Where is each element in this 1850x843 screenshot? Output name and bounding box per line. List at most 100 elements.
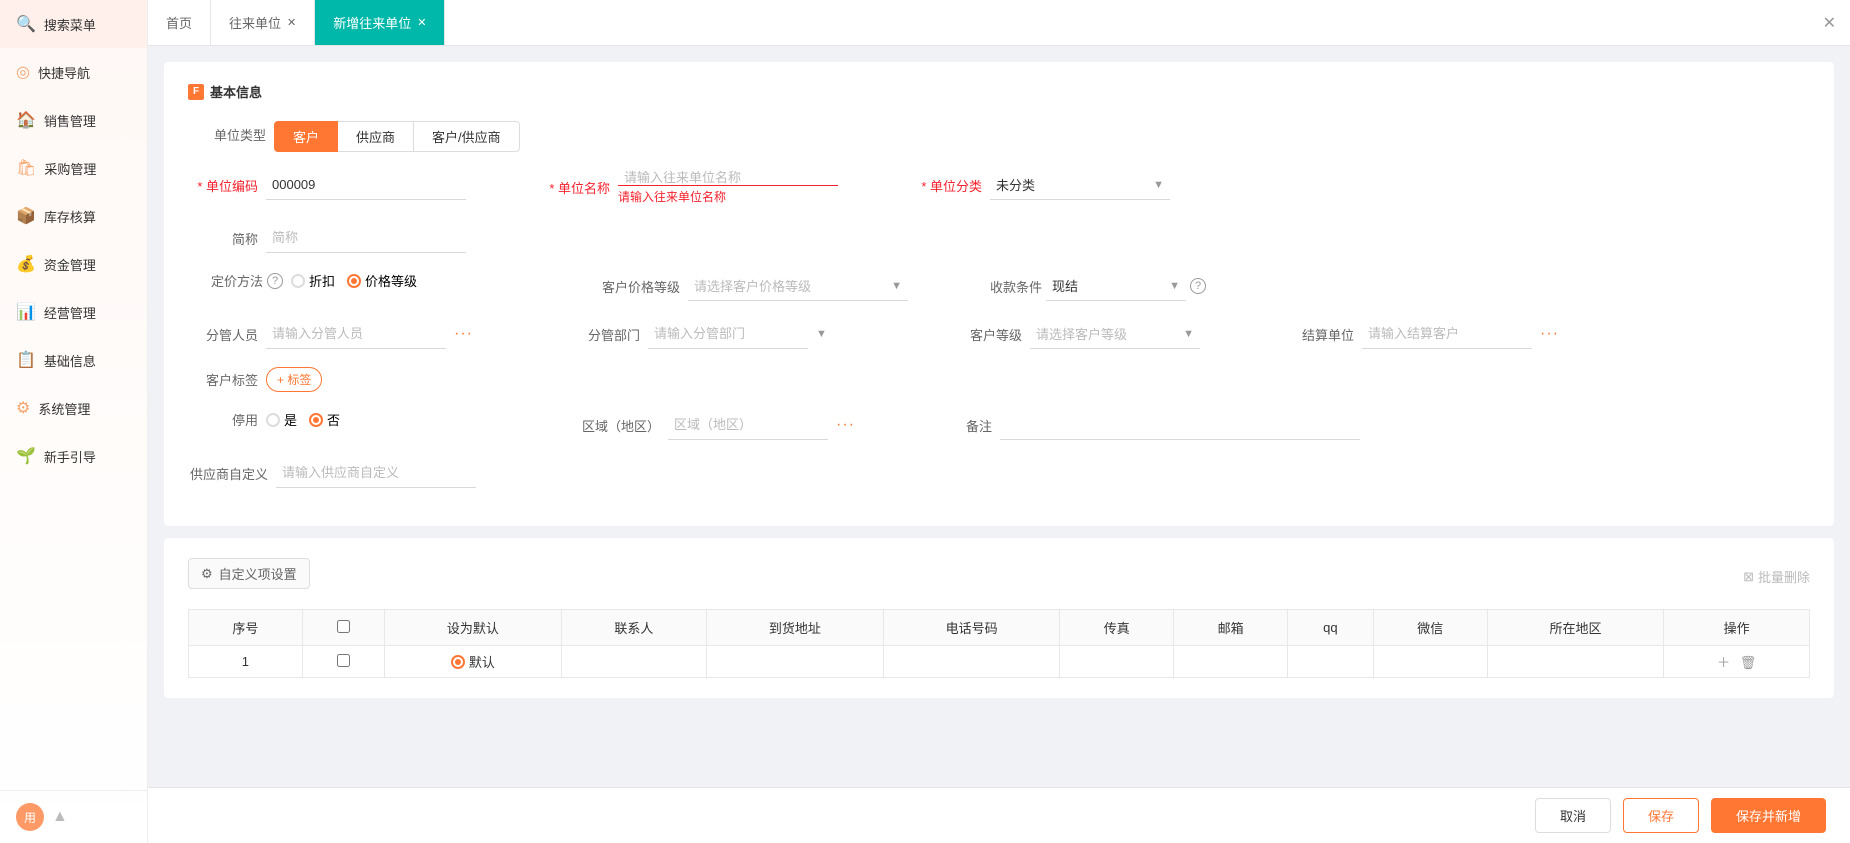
unit-code-name-cat-row: * 单位编码 * 单位名称 请输入往来单位名称 * 单位分类 xyxy=(188,170,1810,205)
manager-more-btn[interactable]: ··· xyxy=(454,325,473,343)
type-btn-both[interactable]: 客户/供应商 xyxy=(414,121,520,152)
region-input[interactable] xyxy=(668,410,828,440)
tab-new-business-unit[interactable]: 新增往来单位 ✕ xyxy=(315,0,445,45)
col-region: 所在地区 xyxy=(1487,610,1664,646)
col-seq: 序号 xyxy=(189,610,303,646)
disable-yes-radio[interactable]: 是 xyxy=(266,410,297,429)
disable-no-radio[interactable]: 否 xyxy=(309,410,340,429)
payment-terms-label: 收款条件 xyxy=(972,277,1042,296)
basic-info-icon: 📋 xyxy=(16,350,36,370)
tab-new-business-unit-close[interactable]: ✕ xyxy=(417,16,426,29)
quick-nav-icon: ◎ xyxy=(16,62,30,82)
manager-input[interactable] xyxy=(266,319,446,349)
unit-category-select[interactable]: 未分类 ▼ xyxy=(990,170,1170,200)
abbr-row: 简称 xyxy=(188,223,1810,253)
dept-input[interactable] xyxy=(648,319,808,349)
type-btn-supplier[interactable]: 供应商 xyxy=(338,121,414,152)
unit-name-error: 请输入往来单位名称 xyxy=(618,188,880,205)
supplier-custom-row: 供应商自定义 xyxy=(188,458,1810,488)
pricing-radio-level[interactable]: 价格等级 xyxy=(347,271,417,290)
operations-icon: 📊 xyxy=(16,302,36,322)
region-label: 区域（地区） xyxy=(580,416,660,435)
sidebar-item-quick-nav[interactable]: ◎ 快捷导航 xyxy=(0,48,147,96)
sidebar-item-new-user[interactable]: 🌱 新手引导 xyxy=(0,432,147,480)
contacts-table: 序号 设为默认 联系人 到货地址 电话号码 传真 邮箱 qq 微信 所在地区 操… xyxy=(188,609,1810,678)
unit-name-input[interactable] xyxy=(618,170,838,186)
tab-business-units-close[interactable]: ✕ xyxy=(287,16,296,29)
sidebar-item-system[interactable]: ⚙ 系统管理 xyxy=(0,384,147,432)
cell-contact xyxy=(561,646,706,678)
sidebar-item-search[interactable]: 🔍 搜索菜单 xyxy=(0,0,147,48)
add-tag-btn[interactable]: + 标签 xyxy=(266,367,322,392)
unit-type-row: 单位类型 客户 供应商 客户/供应商 xyxy=(188,121,1810,152)
tabbar-close-all[interactable]: ✕ xyxy=(1809,0,1850,45)
sidebar-item-operations[interactable]: 📊 经营管理 xyxy=(0,288,147,336)
cancel-button[interactable]: 取消 xyxy=(1535,798,1611,833)
region-more-btn[interactable]: ··· xyxy=(836,416,855,434)
remarks-label: 备注 xyxy=(952,416,992,435)
type-btn-customer[interactable]: 客户 xyxy=(274,121,338,152)
pricing-radio-group: 折扣 价格等级 xyxy=(291,271,417,290)
table-row: 1 默认 xyxy=(189,646,1810,678)
default-radio[interactable]: 默认 xyxy=(395,652,551,671)
sidebar-item-inventory[interactable]: 📦 库存核算 xyxy=(0,192,147,240)
tab-home[interactable]: 首页 xyxy=(148,0,211,45)
save-new-button[interactable]: 保存并新增 xyxy=(1711,798,1826,833)
manager-group: 分管人员 ··· xyxy=(188,319,548,349)
custom-settings-btn[interactable]: ⚙ 自定义项设置 xyxy=(188,558,310,589)
basic-info-card: F 基本信息 单位类型 客户 供应商 客户/供应商 * 单位编码 xyxy=(164,62,1834,526)
payment-terms-select[interactable]: 现结 ▼ xyxy=(1046,271,1186,301)
customer-level-label: 客户等级 xyxy=(952,325,1022,344)
customer-level-group: 客户等级 请选择客户等级 ▼ xyxy=(952,319,1252,349)
cust-price-level-select[interactable]: 请选择客户价格等级 ▼ xyxy=(688,271,908,301)
settlement-more-btn[interactable]: ··· xyxy=(1540,325,1559,343)
dept-group: 分管部门 ▼ xyxy=(580,319,920,349)
cell-wechat xyxy=(1373,646,1487,678)
add-row-btn[interactable]: ＋ xyxy=(1717,655,1730,670)
disable-radio-group: 是 否 xyxy=(266,410,340,429)
section-title: F 基本信息 xyxy=(188,82,1810,101)
supplier-custom-label: 供应商自定义 xyxy=(188,464,268,483)
pricing-help-icon[interactable]: ? xyxy=(267,273,283,289)
sidebar: 🔍 搜索菜单 ◎ 快捷导航 🏠 销售管理 🛍 采购管理 📦 库存核算 💰 资金管… xyxy=(0,0,148,843)
settlement-input[interactable] xyxy=(1362,319,1532,349)
sidebar-item-basic-info[interactable]: 📋 基础信息 xyxy=(0,336,147,384)
manager-row: 分管人员 ··· 分管部门 ▼ 客户等级 请选择客户等级 ▼ xyxy=(188,319,1810,349)
cust-price-level-label: 客户价格等级 xyxy=(600,277,680,296)
pricing-group: 定价方法 ? 折扣 价格等级 xyxy=(188,271,568,290)
save-button[interactable]: 保存 xyxy=(1623,798,1699,833)
col-email: 邮箱 xyxy=(1174,610,1288,646)
supplier-custom-input[interactable] xyxy=(276,458,476,488)
content-area: F 基本信息 单位类型 客户 供应商 客户/供应商 * 单位编码 xyxy=(148,46,1850,787)
cell-check xyxy=(302,646,384,678)
disable-row: 停用 是 否 区域（地区） xyxy=(188,410,1810,440)
sidebar-item-sales[interactable]: 🏠 销售管理 xyxy=(0,96,147,144)
payment-terms-help-icon[interactable]: ? xyxy=(1190,278,1206,294)
purchase-icon: 🛍 xyxy=(16,158,36,178)
tab-business-units[interactable]: 往来单位 ✕ xyxy=(211,0,315,45)
system-icon: ⚙ xyxy=(16,398,30,418)
dept-arrow: ▼ xyxy=(816,328,827,340)
unit-name-group: * 单位名称 请输入往来单位名称 xyxy=(540,170,880,205)
abbr-input[interactable] xyxy=(266,223,466,253)
avatar: 用 xyxy=(16,803,44,831)
cell-email xyxy=(1174,646,1288,678)
settlement-label: 结算单位 xyxy=(1284,325,1354,344)
unit-type-label: 单位类型 xyxy=(188,121,266,151)
abbr-label: 简称 xyxy=(188,229,258,248)
row-checkbox[interactable] xyxy=(337,654,350,667)
customer-level-select[interactable]: 请选择客户等级 ▼ xyxy=(1030,319,1200,349)
pricing-radio-discount[interactable]: 折扣 xyxy=(291,271,335,290)
col-action: 操作 xyxy=(1664,610,1810,646)
select-all-checkbox[interactable] xyxy=(337,620,350,633)
unit-category-label: * 单位分类 xyxy=(912,176,982,195)
delete-row-btn[interactable]: 🗑 xyxy=(1740,655,1757,670)
unit-code-input[interactable] xyxy=(266,170,466,200)
sidebar-item-finance[interactable]: 💰 资金管理 xyxy=(0,240,147,288)
sales-icon: 🏠 xyxy=(16,110,36,130)
batch-delete-btn[interactable]: ⊠ 批量删除 xyxy=(1743,567,1810,586)
remarks-input[interactable] xyxy=(1000,410,1360,440)
manager-label: 分管人员 xyxy=(188,325,258,344)
sidebar-item-purchase[interactable]: 🛍 采购管理 xyxy=(0,144,147,192)
col-check xyxy=(302,610,384,646)
